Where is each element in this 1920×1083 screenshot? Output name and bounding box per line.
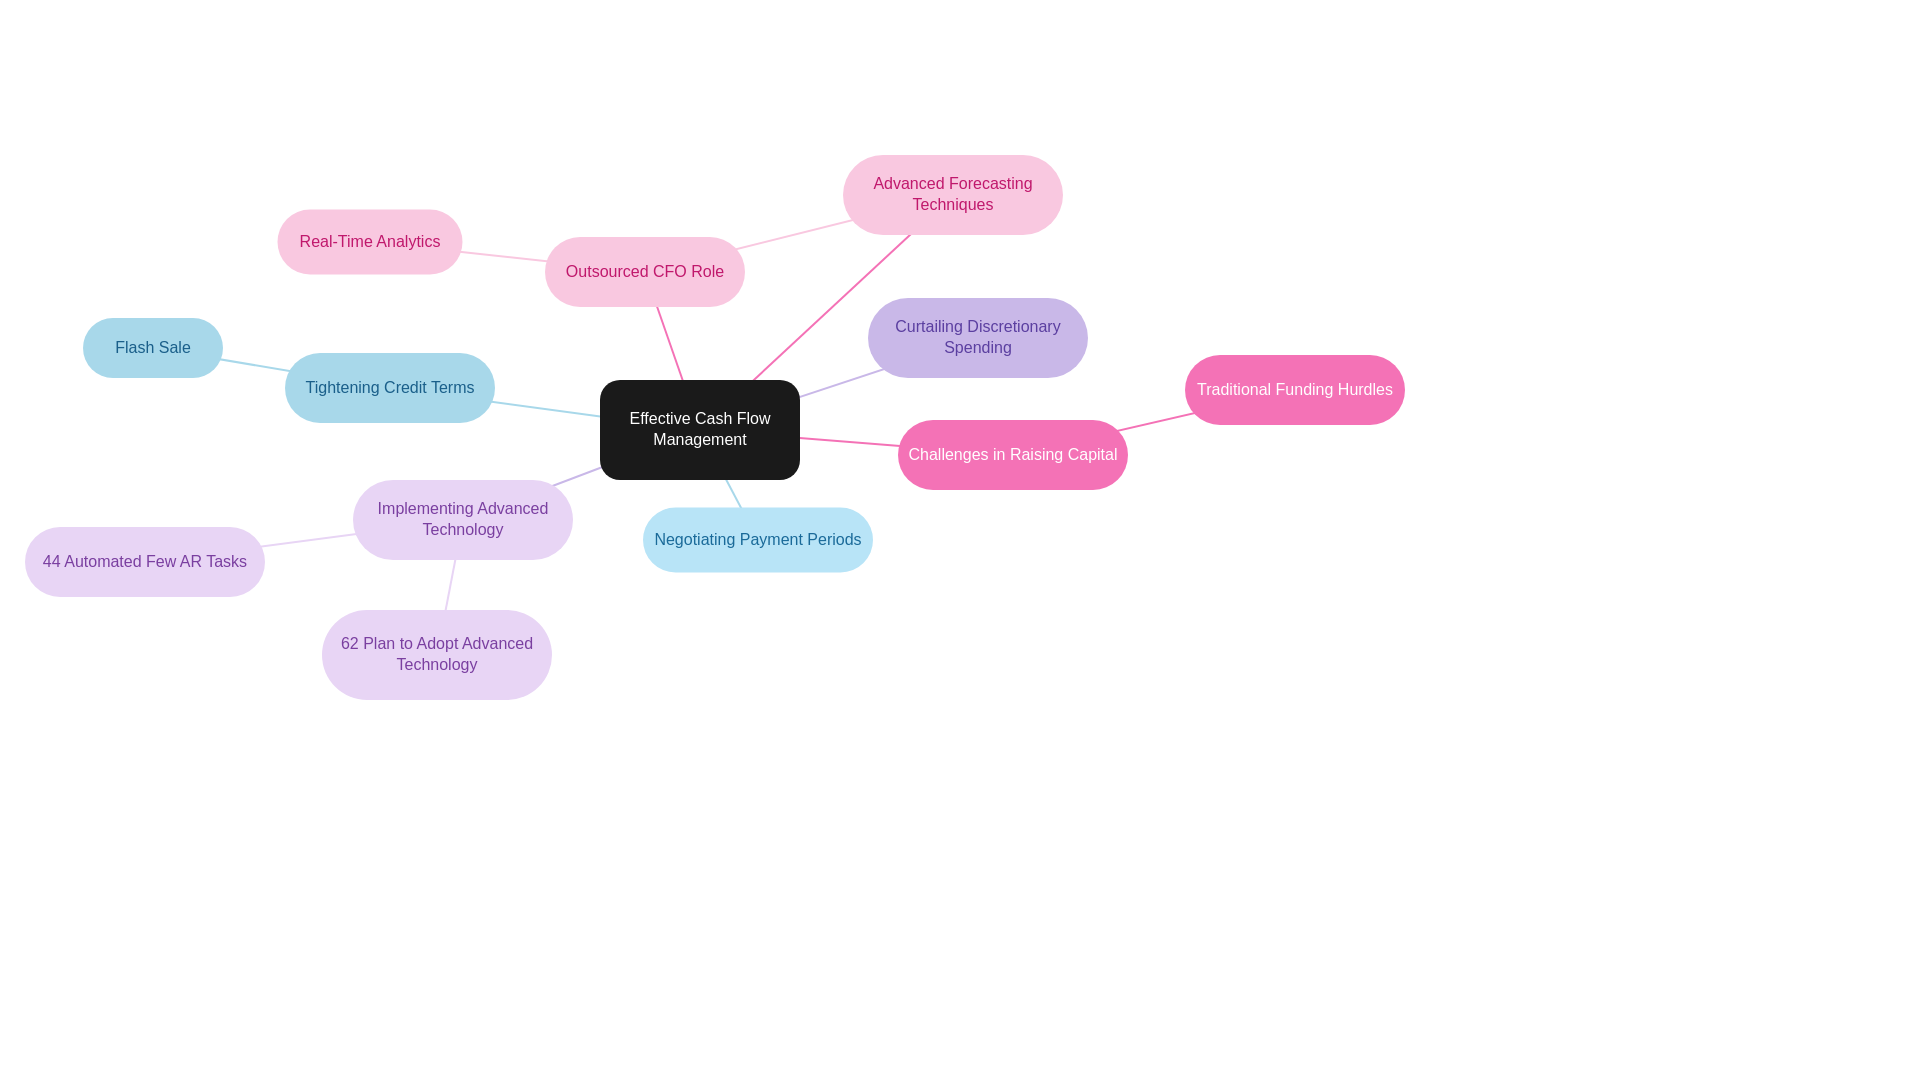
- node-label-advanced-forecasting: Advanced Forecasting Techniques: [843, 174, 1063, 216]
- node-outsourced-cfo[interactable]: Outsourced CFO Role: [545, 237, 745, 307]
- node-label-outsourced-cfo: Outsourced CFO Role: [558, 262, 732, 283]
- node-advanced-forecasting[interactable]: Advanced Forecasting Techniques: [843, 155, 1063, 235]
- node-automated-ar[interactable]: 44 Automated Few AR Tasks: [25, 527, 265, 597]
- node-label-negotiating-payment: Negotiating Payment Periods: [646, 530, 869, 551]
- mind-map-container: Effective Cash Flow Management Advanced F…: [0, 0, 1920, 1083]
- node-label-real-time-analytics: Real-Time Analytics: [292, 232, 449, 253]
- node-plan-to-adopt[interactable]: 62 Plan to Adopt Advanced Technology: [322, 610, 552, 700]
- node-negotiating-payment[interactable]: Negotiating Payment Periods: [643, 508, 873, 573]
- node-implementing-advanced[interactable]: Implementing Advanced Technology: [353, 480, 573, 560]
- node-traditional-funding[interactable]: Traditional Funding Hurdles: [1185, 355, 1405, 425]
- node-label-plan-to-adopt: 62 Plan to Adopt Advanced Technology: [322, 634, 552, 676]
- center-node[interactable]: Effective Cash Flow Management: [600, 380, 800, 480]
- node-challenges-raising[interactable]: Challenges in Raising Capital: [898, 420, 1128, 490]
- center-node-label: Effective Cash Flow Management: [600, 409, 800, 451]
- node-label-challenges-raising: Challenges in Raising Capital: [900, 445, 1125, 466]
- node-label-tightening-credit: Tightening Credit Terms: [298, 378, 483, 399]
- node-label-automated-ar: 44 Automated Few AR Tasks: [35, 552, 255, 573]
- node-curtailing-discretionary[interactable]: Curtailing Discretionary Spending: [868, 298, 1088, 378]
- node-flash-sale[interactable]: Flash Sale: [83, 318, 223, 378]
- node-label-flash-sale: Flash Sale: [107, 338, 199, 359]
- node-real-time-analytics[interactable]: Real-Time Analytics: [278, 210, 463, 275]
- node-label-implementing-advanced: Implementing Advanced Technology: [353, 499, 573, 541]
- node-label-traditional-funding: Traditional Funding Hurdles: [1189, 380, 1401, 401]
- node-label-curtailing-discretionary: Curtailing Discretionary Spending: [868, 317, 1088, 359]
- node-tightening-credit[interactable]: Tightening Credit Terms: [285, 353, 495, 423]
